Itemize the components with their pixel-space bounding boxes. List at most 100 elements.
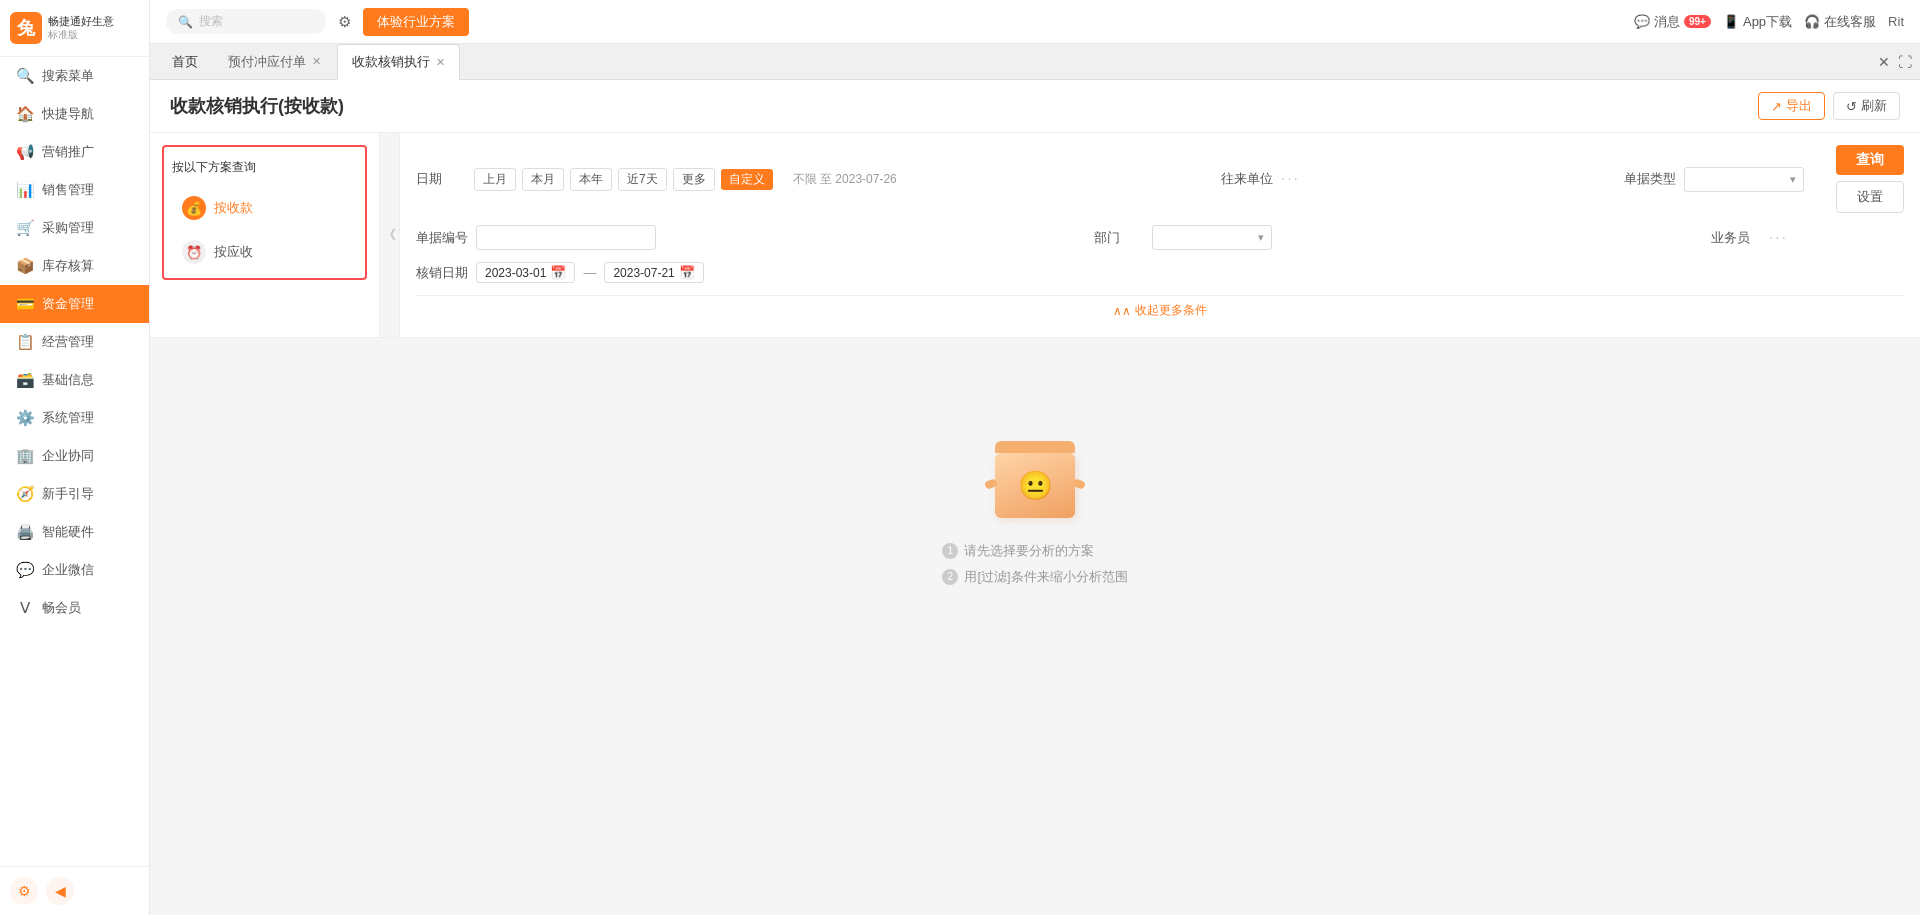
writeoff-date-end-wrap: 2023-07-21 📅	[604, 262, 703, 283]
refresh-icon: ↺	[1846, 99, 1857, 114]
page-title: 收款核销执行(按收款)	[170, 94, 344, 118]
collapse-sidebar-btn[interactable]: ◀	[46, 877, 74, 905]
sidebar-item-purchase[interactable]: 🛒 采购管理	[0, 209, 149, 247]
writeoff-end-value: 2023-07-21	[613, 266, 674, 280]
sidebar-item-member[interactable]: Ⅴ 畅会员	[0, 589, 149, 627]
sidebar-item-basic[interactable]: 🗃️ 基础信息	[0, 361, 149, 399]
tab-home[interactable]: 首页	[158, 44, 212, 80]
settings-bottom-btn[interactable]: ⚙	[10, 877, 38, 905]
sidebar-item-inventory-label: 库存核算	[42, 257, 94, 275]
enterprise-icon: 🏢	[16, 447, 34, 465]
staff-select-btn[interactable]: ···	[1769, 229, 1788, 247]
tab-actions: ✕ ⛶	[1878, 54, 1912, 70]
sidebar-item-funds[interactable]: 💳 资金管理	[0, 285, 149, 323]
sidebar-item-operations-label: 经营管理	[42, 333, 94, 351]
sidebar-item-marketing[interactable]: 📢 营销推广	[0, 133, 149, 171]
doc-type-label: 单据类型	[1624, 170, 1676, 188]
industry-solution-btn[interactable]: 体验行业方案	[363, 8, 469, 36]
app-version: 标准版	[48, 28, 114, 42]
receipt-icon: 💰	[182, 196, 206, 220]
empty-state: 😐 1 请先选择要分析的方案 2 用[过滤]条件来缩小分析范围	[150, 338, 1920, 670]
expand-tab-btn[interactable]: ⛶	[1898, 54, 1912, 70]
filter-row-2: 单据编号 部门 业务员	[416, 225, 1904, 250]
chevron-left-icon: 《	[383, 226, 396, 244]
date-group: 上月 本月 本年 近7天 更多 自定义	[474, 168, 773, 191]
gear-button[interactable]: ⚙	[338, 13, 351, 31]
sidebar-item-hardware[interactable]: 🖨️ 智能硬件	[0, 513, 149, 551]
dept-label: 部门	[1094, 229, 1144, 247]
date-7days-btn[interactable]: 近7天	[618, 168, 667, 191]
online-service-btn[interactable]: 🎧 在线客服	[1804, 13, 1876, 31]
sidebar-item-marketing-label: 营销推广	[42, 143, 94, 161]
tab-prepay[interactable]: 预付冲应付单 ✕	[214, 44, 335, 80]
tab-collect-close[interactable]: ✕	[436, 56, 445, 69]
marketing-icon: 📢	[16, 143, 34, 161]
calendar-start-icon[interactable]: 📅	[550, 265, 566, 280]
date-this-month-btn[interactable]: 本月	[522, 168, 564, 191]
app-download-btn[interactable]: 📱 App下载	[1723, 13, 1792, 31]
purchase-icon: 🛒	[16, 219, 34, 237]
messages-btn[interactable]: 💬 消息 99+	[1634, 13, 1711, 31]
export-btn[interactable]: ↗ 导出	[1758, 92, 1825, 120]
filter-option-by-receivable[interactable]: ⏰ 按应收	[172, 234, 357, 270]
sidebar-item-operations[interactable]: 📋 经营管理	[0, 323, 149, 361]
date-range-separator: —	[583, 265, 596, 280]
date-more-btn[interactable]: 更多	[673, 168, 715, 191]
chevron-up-icon: ∧∧	[1113, 304, 1131, 318]
sidebar-item-system[interactable]: ⚙️ 系统管理	[0, 399, 149, 437]
sales-icon: 📊	[16, 181, 34, 199]
date-label: 日期	[416, 170, 466, 188]
writeoff-date-start-wrap: 2023-03-01 📅	[476, 262, 575, 283]
sidebar-item-quicknav[interactable]: 🏠 快捷导航	[0, 95, 149, 133]
sidebar-item-search[interactable]: 🔍 搜索菜单	[0, 57, 149, 95]
date-last-month-btn[interactable]: 上月	[474, 168, 516, 191]
date-this-year-btn[interactable]: 本年	[570, 168, 612, 191]
sidebar-item-enterprise-label: 企业协同	[42, 447, 94, 465]
step2-num: 2	[942, 569, 958, 585]
dept-select[interactable]	[1152, 225, 1272, 250]
sidebar-item-guide[interactable]: 🧭 新手引导	[0, 475, 149, 513]
sidebar-item-inventory[interactable]: 📦 库存核算	[0, 247, 149, 285]
filter-option-by-receipt[interactable]: 💰 按收款	[172, 190, 357, 226]
tab-collect[interactable]: 收款核销执行 ✕	[337, 44, 460, 80]
settings-btn[interactable]: 设置	[1836, 181, 1904, 213]
sidebar-item-enterprise[interactable]: 🏢 企业协同	[0, 437, 149, 475]
home-icon: 🏠	[16, 105, 34, 123]
writeoff-date-label: 核销日期	[416, 264, 468, 282]
sidebar-item-hardware-label: 智能硬件	[42, 523, 94, 541]
sidebar-item-wechat[interactable]: 💬 企业微信	[0, 551, 149, 589]
empty-hints: 1 请先选择要分析的方案 2 用[过滤]条件来缩小分析范围	[942, 538, 1127, 590]
query-settings-col: 查询 设置	[1836, 145, 1904, 213]
page-actions: ↗ 导出 ↺ 刷新	[1758, 92, 1900, 120]
tab-prepay-label: 预付冲应付单	[228, 53, 306, 71]
partner-label: 往来单位	[1221, 170, 1273, 188]
topbar-search[interactable]: 🔍 搜索	[166, 9, 326, 34]
empty-illustration: 😐	[985, 418, 1085, 518]
receivable-icon: ⏰	[182, 240, 206, 264]
query-btn[interactable]: 查询	[1836, 145, 1904, 175]
export-icon: ↗	[1771, 99, 1782, 114]
partner-select-btn[interactable]: ···	[1281, 170, 1300, 188]
collapse-more-label: 收起更多条件	[1135, 302, 1207, 319]
calendar-end-icon[interactable]: 📅	[679, 265, 695, 280]
collapse-filter-btn[interactable]: 《	[380, 133, 400, 337]
doc-number-input[interactable]	[476, 225, 656, 250]
doc-type-select[interactable]	[1684, 167, 1804, 192]
sidebar: 兔 畅捷通好生意 标准版 🔍 搜索菜单 🏠 快捷导航 📢 营销推广 📊 销售管理…	[0, 0, 150, 915]
refresh-btn[interactable]: ↺ 刷新	[1833, 92, 1900, 120]
date-range-text: 不限 至 2023-07-26	[793, 171, 897, 188]
sidebar-item-sales[interactable]: 📊 销售管理	[0, 171, 149, 209]
search-icon: 🔍	[16, 67, 34, 85]
writeoff-start-value: 2023-03-01	[485, 266, 546, 280]
tab-prepay-close[interactable]: ✕	[312, 55, 321, 68]
close-tab-btn[interactable]: ✕	[1878, 54, 1890, 70]
sidebar-item-guide-label: 新手引导	[42, 485, 94, 503]
filter-row-1: 日期 上月 本月 本年 近7天 更多 自定义 不限 至 2023-07-26	[416, 145, 1904, 213]
message-icon: 💬	[1634, 14, 1650, 29]
operations-icon: 📋	[16, 333, 34, 351]
more-conditions-btn[interactable]: ∧∧ 收起更多条件	[416, 295, 1904, 325]
hardware-icon: 🖨️	[16, 523, 34, 541]
filter-options-list: 💰 按收款 ⏰ 按应收	[172, 190, 357, 270]
search-icon-topbar: 🔍	[178, 15, 193, 29]
page-header: 收款核销执行(按收款) ↗ 导出 ↺ 刷新	[150, 80, 1920, 133]
